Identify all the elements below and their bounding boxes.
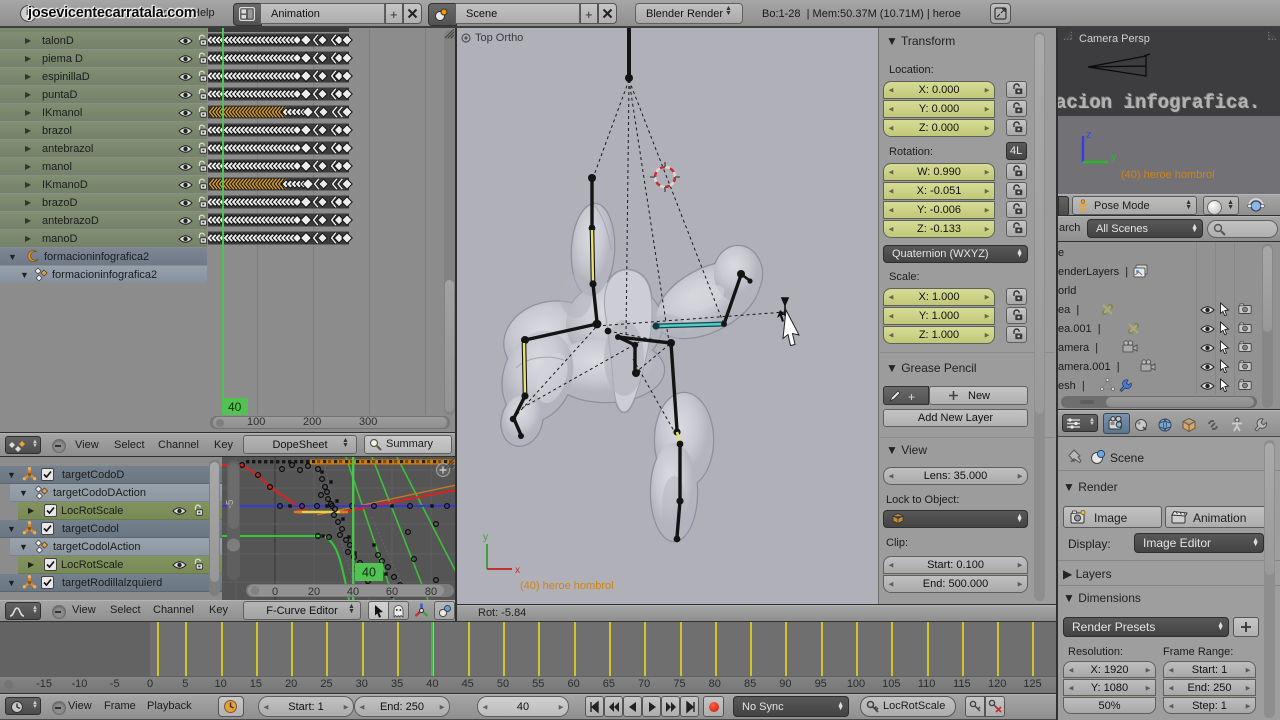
svg-text:x: x — [515, 565, 520, 576]
svg-text:80: 80 — [425, 586, 437, 598]
svg-text:y: y — [1111, 151, 1117, 163]
svg-text:40: 40 — [362, 566, 376, 580]
svg-text:0: 0 — [272, 586, 278, 598]
svg-text:z: z — [1086, 129, 1092, 141]
svg-text:60: 60 — [386, 586, 398, 598]
svg-text:20: 20 — [308, 586, 320, 598]
svg-text:40: 40 — [347, 586, 359, 598]
svg-text:-5: -5 — [225, 499, 236, 508]
svg-text:y: y — [483, 532, 488, 543]
